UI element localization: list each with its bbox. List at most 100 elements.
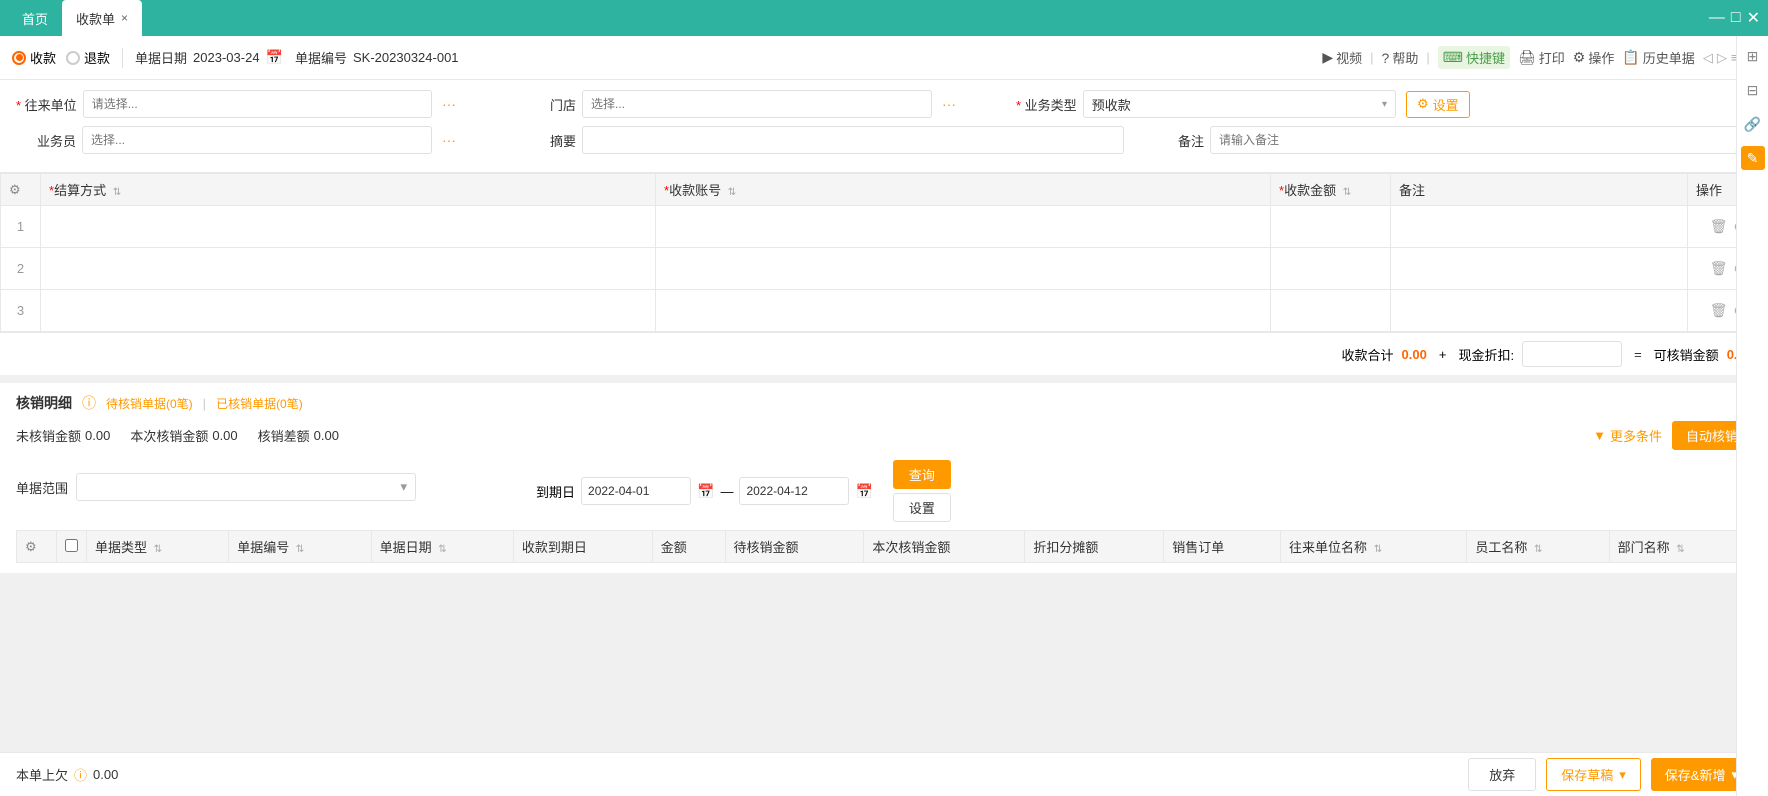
save-draft-chevron-icon: ▾: [1619, 767, 1626, 783]
tab-home[interactable]: 首页: [8, 0, 62, 36]
hint-info-icon: ⓘ: [74, 765, 87, 784]
bottom-settings-icon[interactable]: ⚙: [25, 539, 37, 554]
discount-label: 现金折扣:: [1458, 345, 1514, 364]
summary-field: 摘要: [516, 126, 1124, 154]
date-start-input[interactable]: [581, 477, 691, 505]
doc-date-value: 2023-03-24: [193, 50, 260, 65]
date-range: 到期日 📅 — 📅: [536, 477, 873, 505]
unchecked-stat: 未核销金额 0.00: [16, 426, 110, 445]
verify-title: 核销明细: [16, 393, 72, 413]
layout-left-icon[interactable]: ◁: [1703, 50, 1713, 66]
delete-row-3-icon[interactable]: 🗑: [1710, 302, 1728, 319]
operation-btn[interactable]: ⚙ 操作: [1573, 48, 1615, 67]
pending-tab[interactable]: 待核销单据(0笔): [106, 395, 193, 412]
partner-more-icon[interactable]: ···: [442, 96, 456, 112]
video-btn[interactable]: ▶ 视频: [1322, 48, 1362, 67]
tab-current[interactable]: 收款单 ×: [62, 0, 142, 36]
done-tab[interactable]: 已核销单据(0笔): [216, 395, 303, 412]
scope-label: 单据范围: [16, 478, 68, 497]
row-account-3[interactable]: [656, 290, 1271, 332]
unchecked-value: 0.00: [85, 428, 110, 443]
sort-icon-amount: ⇅: [1343, 187, 1351, 198]
verify-header: 核销明细 ⓘ 待核销单据(0笔) | 已核销单据(0笔): [16, 393, 1752, 413]
delete-row-2-icon[interactable]: 🗑: [1710, 260, 1728, 277]
row-amount-2[interactable]: [1271, 248, 1391, 290]
staff-label: 业务员: [16, 131, 76, 150]
row-remark-2[interactable]: [1391, 248, 1688, 290]
shortcut-btn[interactable]: ⌨ 快捷键: [1438, 46, 1510, 69]
remark-input[interactable]: [1210, 126, 1752, 154]
tab-bar: 首页 收款单 × — □ ✕: [0, 0, 1768, 36]
biz-type-field: 业务类型 预收款 ▾: [1016, 90, 1396, 118]
row-payment-2[interactable]: [41, 248, 656, 290]
print-btn[interactable]: 🖨 打印: [1518, 48, 1565, 67]
verify-info-icon[interactable]: ⓘ: [82, 393, 96, 413]
window-close-btn[interactable]: ✕: [1747, 8, 1760, 28]
col-remark: 备注: [1391, 174, 1688, 206]
row-amount-1[interactable]: [1271, 206, 1391, 248]
date-end-input[interactable]: [739, 477, 849, 505]
sort-icon-payment: ⇅: [113, 187, 121, 198]
row-amount-3[interactable]: [1271, 290, 1391, 332]
row-remark-3[interactable]: [1391, 290, 1688, 332]
staff-more-icon[interactable]: ···: [442, 132, 456, 148]
history-icon: 📋: [1622, 49, 1639, 66]
scope-chevron-icon: ▾: [400, 479, 407, 495]
right-btn-2[interactable]: ⊟: [1741, 78, 1765, 102]
query-button[interactable]: 查询: [893, 460, 951, 489]
remark-field: 备注: [1144, 126, 1752, 154]
partner-input[interactable]: [83, 90, 432, 118]
row-payment-1[interactable]: [41, 206, 656, 248]
more-conditions-btn[interactable]: ▼ 更多条件: [1593, 426, 1662, 445]
sort-icon-number: ⇅: [296, 544, 304, 555]
cash-discount-input[interactable]: [1522, 341, 1622, 367]
tab-close-icon[interactable]: ×: [121, 11, 128, 25]
sort-icon-dept: ⇅: [1676, 544, 1684, 555]
radio-refund[interactable]: 退款: [66, 48, 110, 67]
table-settings-button[interactable]: 设置: [893, 493, 951, 522]
store-more-icon[interactable]: ···: [942, 96, 956, 112]
calendar-start-icon[interactable]: 📅: [697, 483, 714, 500]
settings-gear-icon: ⚙: [1417, 96, 1429, 112]
filter-row: 单据范围 ▾ 到期日 📅 — 📅 查询 设置: [16, 460, 1752, 522]
abandon-button[interactable]: 放弃: [1468, 758, 1536, 791]
radio-receipt[interactable]: 收款: [12, 48, 56, 67]
calendar-icon[interactable]: 📅: [266, 49, 283, 66]
row-payment-3[interactable]: [41, 290, 656, 332]
row-account-1[interactable]: [656, 206, 1271, 248]
doc-date-field: 单据日期 2023-03-24 📅: [135, 48, 283, 67]
sort-icon-partner: ⇅: [1374, 544, 1382, 555]
window-maximize-btn[interactable]: □: [1731, 9, 1741, 27]
toolbar-divider-1: [122, 48, 123, 68]
summary-input[interactable]: [582, 126, 1124, 154]
staff-input[interactable]: [82, 126, 432, 154]
row-remark-1[interactable]: [1391, 206, 1688, 248]
row-account-2[interactable]: [656, 248, 1271, 290]
biz-type-label: 业务类型: [1016, 95, 1077, 114]
biz-type-select[interactable]: 预收款 ▾: [1083, 90, 1396, 118]
settings-button[interactable]: ⚙ 设置: [1406, 91, 1470, 118]
right-btn-3[interactable]: 🔗: [1741, 112, 1765, 136]
select-all-checkbox[interactable]: [65, 539, 78, 552]
right-btn-1[interactable]: ⊞: [1741, 44, 1765, 68]
bottom-col-date: 单据日期 ⇅: [371, 531, 513, 563]
store-input[interactable]: [582, 90, 932, 118]
help-btn[interactable]: ? 帮助: [1382, 48, 1419, 67]
scope-select[interactable]: ▾: [76, 473, 416, 501]
layout-right-icon[interactable]: ▷: [1717, 50, 1727, 66]
delete-row-1-icon[interactable]: 🗑: [1710, 218, 1728, 235]
table-settings-icon[interactable]: ⚙: [9, 182, 21, 197]
save-draft-button[interactable]: 保存草稿 ▾: [1546, 758, 1641, 791]
partner-label: 往来单位: [16, 95, 77, 114]
operation-icon: ⚙: [1573, 49, 1586, 66]
history-btn[interactable]: 📋 历史单据: [1622, 48, 1694, 67]
bottom-col-staff: 员工名称 ⇅: [1467, 531, 1609, 563]
query-settings-group: 查询 设置: [893, 460, 951, 522]
calendar-end-icon[interactable]: 📅: [855, 483, 872, 500]
bottom-col-check: [57, 531, 87, 563]
right-btn-4[interactable]: ✎: [1741, 146, 1765, 170]
window-minimize-btn[interactable]: —: [1709, 9, 1725, 27]
bottom-hint: 本单上欠 ⓘ 0.00: [16, 765, 118, 784]
bottom-col-settings: ⚙: [17, 531, 57, 563]
bottom-col-amount: 金额: [652, 531, 725, 563]
